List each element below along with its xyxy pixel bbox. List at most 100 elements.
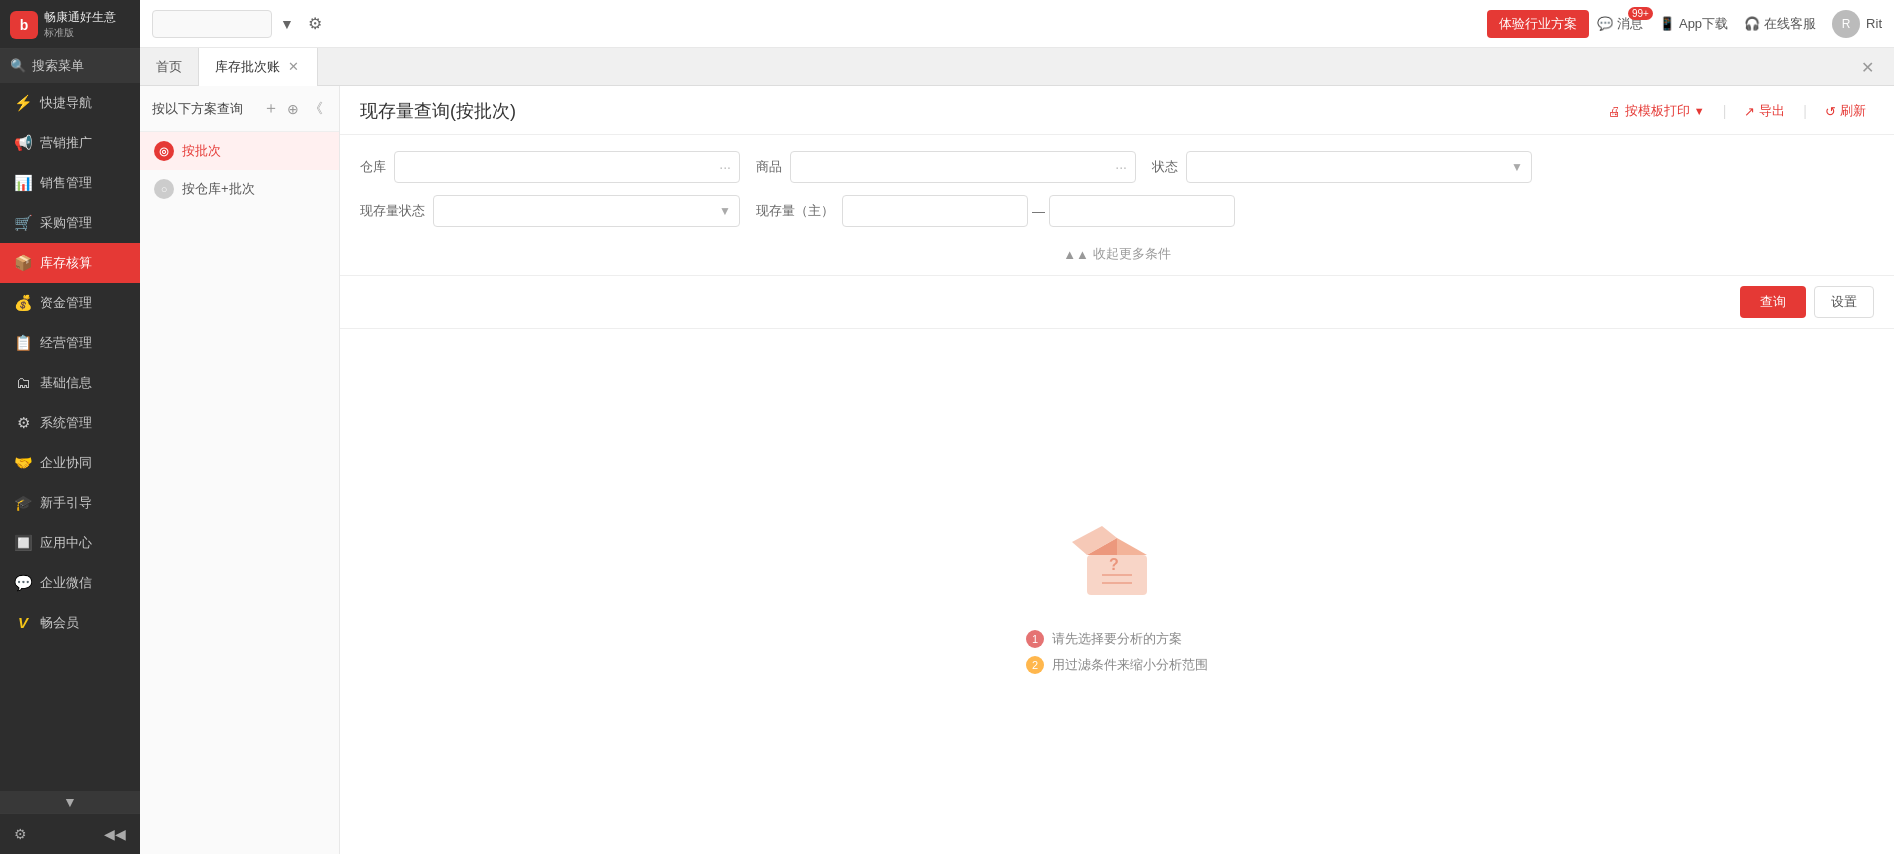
status-dropdown-icon: ▼	[1511, 160, 1523, 174]
sidebar-item-enterprise[interactable]: 🤝 企业协同	[0, 443, 140, 483]
warehouse-input[interactable]	[403, 160, 715, 175]
sidebar-settings-button[interactable]: ⚙	[10, 822, 31, 846]
sidebar-nav: ⚡ 快捷导航 📢 营销推广 📊 销售管理 🛒 采购管理 📦 库存核算 💰 资金管…	[0, 83, 140, 791]
goods-more-icon[interactable]: ···	[1115, 159, 1127, 175]
online-service-button[interactable]: 🎧 在线客服	[1744, 15, 1816, 33]
tab-home[interactable]: 首页	[140, 48, 199, 86]
sidebar-item-label: 采购管理	[40, 214, 92, 232]
sidebar-item-label: 企业微信	[40, 574, 92, 592]
tip-num-1: 1	[1026, 630, 1044, 648]
sidebar-item-label: 畅会员	[40, 614, 79, 632]
query-button[interactable]: 查询	[1740, 286, 1806, 318]
sidebar-item-basic-info[interactable]: 🗂 基础信息	[0, 363, 140, 403]
topbar-settings-button[interactable]: ⚙	[302, 12, 328, 35]
refresh-label: 刷新	[1840, 102, 1866, 120]
sidebar-item-label: 基础信息	[40, 374, 92, 392]
stock-status-label: 现存量状态	[360, 202, 425, 220]
scheme-batch-icon: ◎	[154, 141, 174, 161]
filter-row-1: 仓库 ··· 商品 ···	[360, 151, 1874, 183]
action-bar: 查询 设置	[340, 276, 1894, 329]
topbar-search-input[interactable]	[152, 10, 272, 38]
sidebar-item-finance[interactable]: 💰 资金管理	[0, 283, 140, 323]
sidebar-item-label: 营销推广	[40, 134, 92, 152]
sidebar-item-operations[interactable]: 📋 经营管理	[0, 323, 140, 363]
sidebar-item-vip[interactable]: V 畅会员	[0, 603, 140, 643]
settings-button[interactable]: 设置	[1814, 286, 1874, 318]
print-button[interactable]: 🖨 按模板打印 ▼	[1600, 98, 1713, 124]
sidebar-item-marketing[interactable]: 📢 营销推广	[0, 123, 140, 163]
warehouse-field: 仓库 ···	[360, 151, 740, 183]
collapse-button[interactable]: ▲▲ 收起更多条件	[360, 239, 1874, 267]
print-label: 按模板打印	[1625, 102, 1690, 120]
enterprise-icon: 🤝	[14, 454, 32, 472]
sidebar-item-label: 快捷导航	[40, 94, 92, 112]
sidebar-item-app-center[interactable]: 🔲 应用中心	[0, 523, 140, 563]
export-button[interactable]: ↗ 导出	[1736, 98, 1793, 124]
status-select[interactable]: ▼	[1186, 151, 1532, 183]
refresh-icon: ↺	[1825, 104, 1836, 119]
topbar: ▼ ⚙ 体验行业方案 💬 消息 99+ 📱 App下载 🎧 在线客服 R Rit	[140, 0, 1894, 48]
scheme-warehouse-batch[interactable]: ○ 按仓库+批次	[140, 170, 339, 208]
app-download-icon: 📱	[1659, 16, 1675, 31]
app-version: 标准版	[44, 26, 116, 40]
sidebar-item-enterprise-wechat[interactable]: 💬 企业微信	[0, 563, 140, 603]
sidebar-footer: ⚙ ◀◀	[0, 813, 140, 854]
sidebar-item-sales[interactable]: 📊 销售管理	[0, 163, 140, 203]
scheme-settings-button[interactable]: ⊕	[285, 99, 301, 119]
inventory-icon: 📦	[14, 254, 32, 272]
topbar-dropdown-button[interactable]: ▼	[276, 14, 298, 34]
add-scheme-button[interactable]: ＋	[261, 96, 281, 121]
sidebar-item-purchase[interactable]: 🛒 采购管理	[0, 203, 140, 243]
messages-badge: 99+	[1628, 7, 1653, 20]
stock-qty-to-input[interactable]	[1049, 195, 1235, 227]
tip-num-2: 2	[1026, 656, 1044, 674]
stock-status-select[interactable]: ▼	[433, 195, 740, 227]
goods-input-wrap[interactable]: ···	[790, 151, 1136, 183]
scheme-warehouse-batch-label: 按仓库+批次	[182, 180, 255, 198]
tip-text-1: 请先选择要分析的方案	[1052, 630, 1182, 648]
warehouse-more-icon[interactable]: ···	[719, 159, 731, 175]
sidebar-item-new-guide[interactable]: 🎓 新手引导	[0, 483, 140, 523]
filter-panel-actions: ＋ ⊕ 《	[261, 96, 327, 121]
sidebar: b 畅康通好生意 标准版 🔍 搜索菜单 ⚡ 快捷导航 📢 营销推广 📊 销售管理…	[0, 0, 140, 854]
sidebar-search[interactable]: 🔍 搜索菜单	[0, 49, 140, 83]
filter-panel-collapse-button[interactable]: 《	[305, 98, 327, 120]
scheme-batch[interactable]: ◎ 按批次	[140, 132, 339, 170]
sidebar-item-quick-nav[interactable]: ⚡ 快捷导航	[0, 83, 140, 123]
search-icon: 🔍	[10, 58, 26, 73]
purchase-icon: 🛒	[14, 214, 32, 232]
warehouse-input-wrap[interactable]: ···	[394, 151, 740, 183]
sidebar-item-label: 经营管理	[40, 334, 92, 352]
app-download-label: App下载	[1679, 15, 1728, 33]
online-service-label: 在线客服	[1764, 15, 1816, 33]
sales-icon: 📊	[14, 174, 32, 192]
tab-panel-close-button[interactable]: ✕	[1861, 57, 1874, 76]
trial-button[interactable]: 体验行业方案	[1487, 10, 1589, 38]
stock-status-field: 现存量状态 ▼	[360, 195, 740, 227]
empty-state: ? 1 请先选择要分析的方案 2 用过滤条件来缩小分析范围	[340, 329, 1894, 854]
page-title: 现存量查询(按批次)	[360, 99, 516, 123]
sidebar-scroll-down[interactable]: ▼	[0, 791, 140, 813]
goods-input[interactable]	[799, 160, 1111, 175]
app-logo-icon: b	[10, 11, 38, 39]
page-header: 现存量查询(按批次) 🖨 按模板打印 ▼ | ↗ 导出 | ↺	[340, 86, 1894, 135]
tab-inventory-batch[interactable]: 库存批次账 ✕	[199, 48, 318, 86]
sidebar-item-label: 应用中心	[40, 534, 92, 552]
app-name: 畅康通好生意	[44, 10, 116, 26]
app-download-button[interactable]: 📱 App下载	[1659, 15, 1728, 33]
filter-form: 仓库 ··· 商品 ···	[340, 135, 1894, 276]
content-area: 按以下方案查询 ＋ ⊕ 《 ◎ 按批次 ○ 按仓库+批次 现存量查询(按批次)	[140, 86, 1894, 854]
user-menu[interactable]: R Rit	[1832, 10, 1882, 38]
tab-close-button[interactable]: ✕	[286, 60, 301, 73]
filter-panel: 按以下方案查询 ＋ ⊕ 《 ◎ 按批次 ○ 按仓库+批次	[140, 86, 340, 854]
tab-home-label: 首页	[156, 58, 182, 76]
marketing-icon: 📢	[14, 134, 32, 152]
sidebar-item-inventory[interactable]: 📦 库存核算	[0, 243, 140, 283]
sidebar-collapse-button[interactable]: ◀◀	[100, 822, 130, 846]
sidebar-item-system[interactable]: ⚙ 系统管理	[0, 403, 140, 443]
empty-illustration: ?	[1067, 510, 1167, 610]
sidebar-search-label: 搜索菜单	[32, 57, 84, 75]
stock-qty-from-input[interactable]	[842, 195, 1028, 227]
refresh-button[interactable]: ↺ 刷新	[1817, 98, 1874, 124]
messages-button[interactable]: 💬 消息 99+	[1597, 15, 1643, 33]
